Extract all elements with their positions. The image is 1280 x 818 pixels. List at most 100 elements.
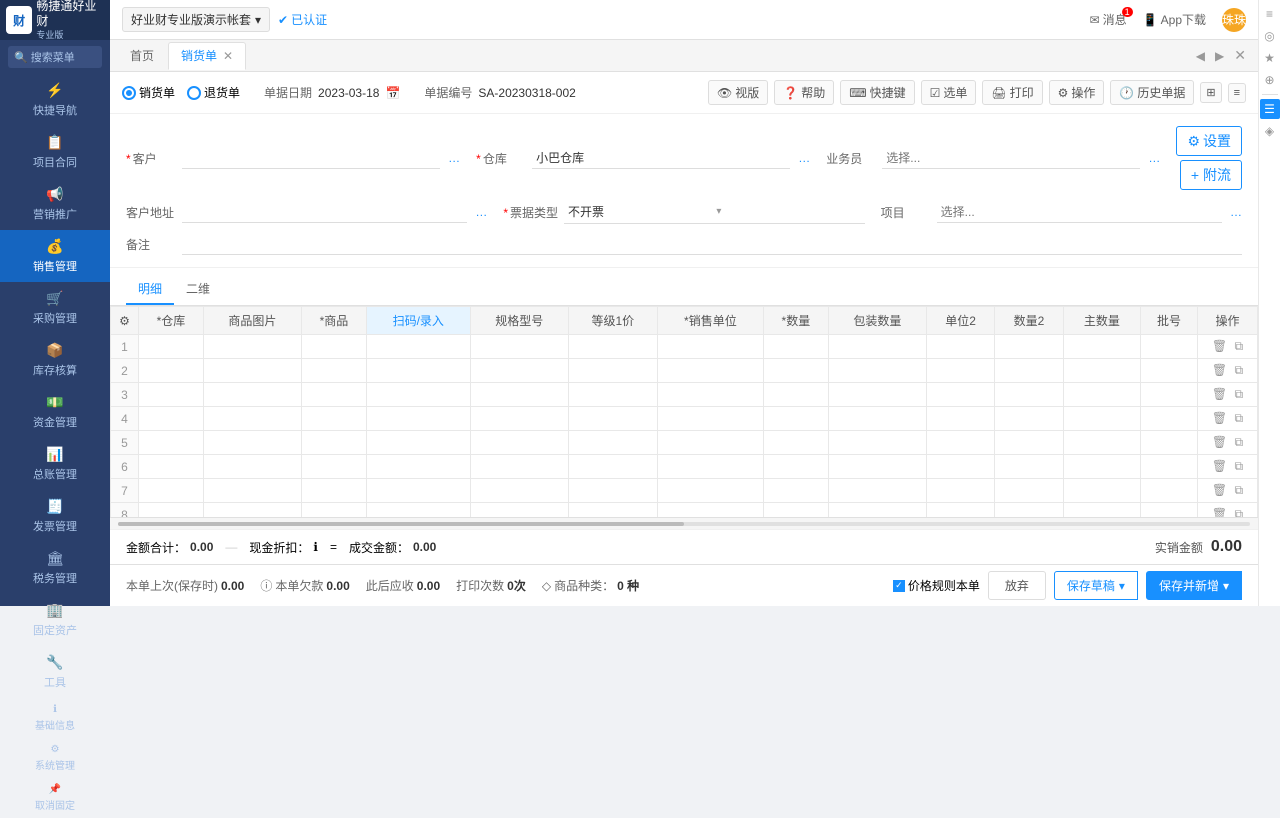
row-batch[interactable] — [1141, 359, 1198, 383]
row-product[interactable] — [301, 479, 366, 503]
row-product[interactable] — [301, 335, 366, 359]
remark-input[interactable] — [182, 234, 1242, 255]
row-main-qty[interactable] — [1063, 407, 1140, 431]
row-qty[interactable] — [763, 407, 828, 431]
row-pack-qty[interactable] — [828, 431, 926, 455]
app-download-button[interactable]: 📱 App下载 — [1143, 11, 1206, 28]
row-delete-icon[interactable]: 🗑 — [1212, 507, 1227, 517]
row-delete-icon[interactable]: 🗑 — [1212, 411, 1227, 425]
save-new-button[interactable]: 保存并新增 ▾ — [1146, 571, 1242, 600]
address-input[interactable] — [182, 202, 467, 223]
tab-2d[interactable]: 二维 — [174, 276, 222, 305]
calendar-icon[interactable]: 📅 — [385, 86, 400, 100]
row-spec[interactable] — [470, 407, 568, 431]
row-delete-icon[interactable]: 🗑 — [1212, 387, 1227, 401]
row-qty[interactable] — [763, 335, 828, 359]
row-qty[interactable] — [763, 359, 828, 383]
row-unit[interactable] — [657, 383, 763, 407]
help-button[interactable]: ❓ 帮助 — [774, 80, 834, 105]
row-spec[interactable] — [470, 479, 568, 503]
row-copy-icon[interactable]: ⧉ — [1235, 507, 1244, 517]
row-qty[interactable] — [763, 455, 828, 479]
abandon-button[interactable]: 放弃 — [988, 571, 1046, 600]
row-main-qty[interactable] — [1063, 431, 1140, 455]
row-copy-icon[interactable]: ⧉ — [1235, 435, 1244, 449]
horizontal-scrollbar[interactable] — [110, 517, 1258, 529]
sidebar-nav-item-project[interactable]: 📋 项目合同 — [0, 126, 110, 178]
row-product[interactable] — [301, 431, 366, 455]
row-price1[interactable] — [568, 431, 657, 455]
layout-grid-button[interactable]: ⊞ — [1200, 82, 1221, 103]
sidebar-nav-item-sales[interactable]: 💰 销售管理 — [0, 230, 110, 282]
row-qty2[interactable] — [995, 479, 1063, 503]
rt-btn-1[interactable]: ≡ — [1260, 4, 1280, 24]
row-spec[interactable] — [470, 359, 568, 383]
row-unit2[interactable] — [926, 359, 994, 383]
sidebar-nav-item-tax[interactable]: 🏛 税务管理 — [0, 542, 110, 594]
staff-search-btn[interactable]: … — [1148, 151, 1160, 165]
warehouse-search-btn[interactable]: … — [798, 151, 810, 165]
row-spec[interactable] — [470, 431, 568, 455]
view-button[interactable]: 👁 视版 — [708, 80, 768, 105]
row-warehouse[interactable] — [139, 359, 204, 383]
tab-prev-button[interactable]: ◀ — [1192, 45, 1209, 66]
sidebar-unpin-button[interactable]: 📌 取消固定 — [0, 778, 110, 818]
row-product[interactable] — [301, 383, 366, 407]
row-price1[interactable] — [568, 479, 657, 503]
row-delete-icon[interactable]: 🗑 — [1212, 363, 1227, 377]
row-warehouse[interactable] — [139, 383, 204, 407]
warehouse-input[interactable] — [532, 148, 790, 169]
tab-sales-order[interactable]: 销货单 ✕ — [168, 42, 246, 70]
select-button[interactable]: ☑ 选单 — [921, 80, 977, 105]
rt-btn-3[interactable]: ★ — [1260, 48, 1280, 68]
row-warehouse[interactable] — [139, 431, 204, 455]
row-warehouse[interactable] — [139, 479, 204, 503]
row-qty[interactable] — [763, 383, 828, 407]
sidebar-nav-item-finance[interactable]: 💵 资金管理 — [0, 386, 110, 438]
row-delete-icon[interactable]: 🗑 — [1212, 483, 1227, 497]
row-unit2[interactable] — [926, 407, 994, 431]
row-unit2[interactable] — [926, 383, 994, 407]
row-batch[interactable] — [1141, 383, 1198, 407]
row-batch-import[interactable] — [366, 335, 470, 359]
row-warehouse[interactable] — [139, 335, 204, 359]
sidebar-nav-item-ledger[interactable]: 📊 总账管理 — [0, 438, 110, 490]
row-unit2[interactable] — [926, 455, 994, 479]
history-button[interactable]: 🕐 历史单据 — [1110, 80, 1194, 105]
sidebar-nav-item-inventory[interactable]: 📦 库存核算 — [0, 334, 110, 386]
rt-btn-5[interactable]: ☰ — [1260, 99, 1280, 119]
row-spec[interactable] — [470, 503, 568, 518]
row-qty2[interactable] — [995, 383, 1063, 407]
row-price1[interactable] — [568, 407, 657, 431]
radio-return-order[interactable]: 退货单 — [187, 84, 240, 101]
row-batch-import[interactable] — [366, 455, 470, 479]
row-delete-icon[interactable]: 🗑 — [1212, 459, 1227, 473]
attachment-button[interactable]: + 附流 — [1180, 160, 1242, 190]
row-copy-icon[interactable]: ⧉ — [1235, 459, 1244, 473]
row-unit[interactable] — [657, 503, 763, 518]
user-profile[interactable]: 珠珠 — [1222, 8, 1246, 32]
row-pack-qty[interactable] — [828, 479, 926, 503]
price-rule-checkbox[interactable]: 价格规则本单 — [893, 577, 980, 594]
address-search-btn[interactable]: … — [475, 205, 487, 219]
sidebar-nav-item-system[interactable]: ⚙ 系统管理 — [0, 738, 110, 778]
sidebar-nav-item-basics[interactable]: ℹ 基础信息 — [0, 698, 110, 738]
row-spec[interactable] — [470, 455, 568, 479]
sidebar-nav-item-invoice[interactable]: 🧾 发票管理 — [0, 490, 110, 542]
row-qty2[interactable] — [995, 455, 1063, 479]
save-draft-button[interactable]: 保存草稿 ▾ — [1054, 571, 1138, 600]
row-product[interactable] — [301, 455, 366, 479]
row-spec[interactable] — [470, 383, 568, 407]
row-copy-icon[interactable]: ⧉ — [1235, 483, 1244, 497]
row-delete-icon[interactable]: 🗑 — [1212, 435, 1227, 449]
tab-next-button[interactable]: ▶ — [1211, 45, 1228, 66]
row-batch-import[interactable] — [366, 431, 470, 455]
row-qty[interactable] — [763, 503, 828, 518]
print-button[interactable]: 🖨 打印 — [982, 80, 1042, 105]
sidebar-nav-item-quick[interactable]: ⚡ 快捷导航 — [0, 74, 110, 126]
row-unit[interactable] — [657, 335, 763, 359]
messages-button[interactable]: ✉ 消息 1 — [1090, 11, 1127, 28]
row-price1[interactable] — [568, 503, 657, 518]
project-search-btn[interactable]: … — [1230, 205, 1242, 219]
row-unit[interactable] — [657, 359, 763, 383]
